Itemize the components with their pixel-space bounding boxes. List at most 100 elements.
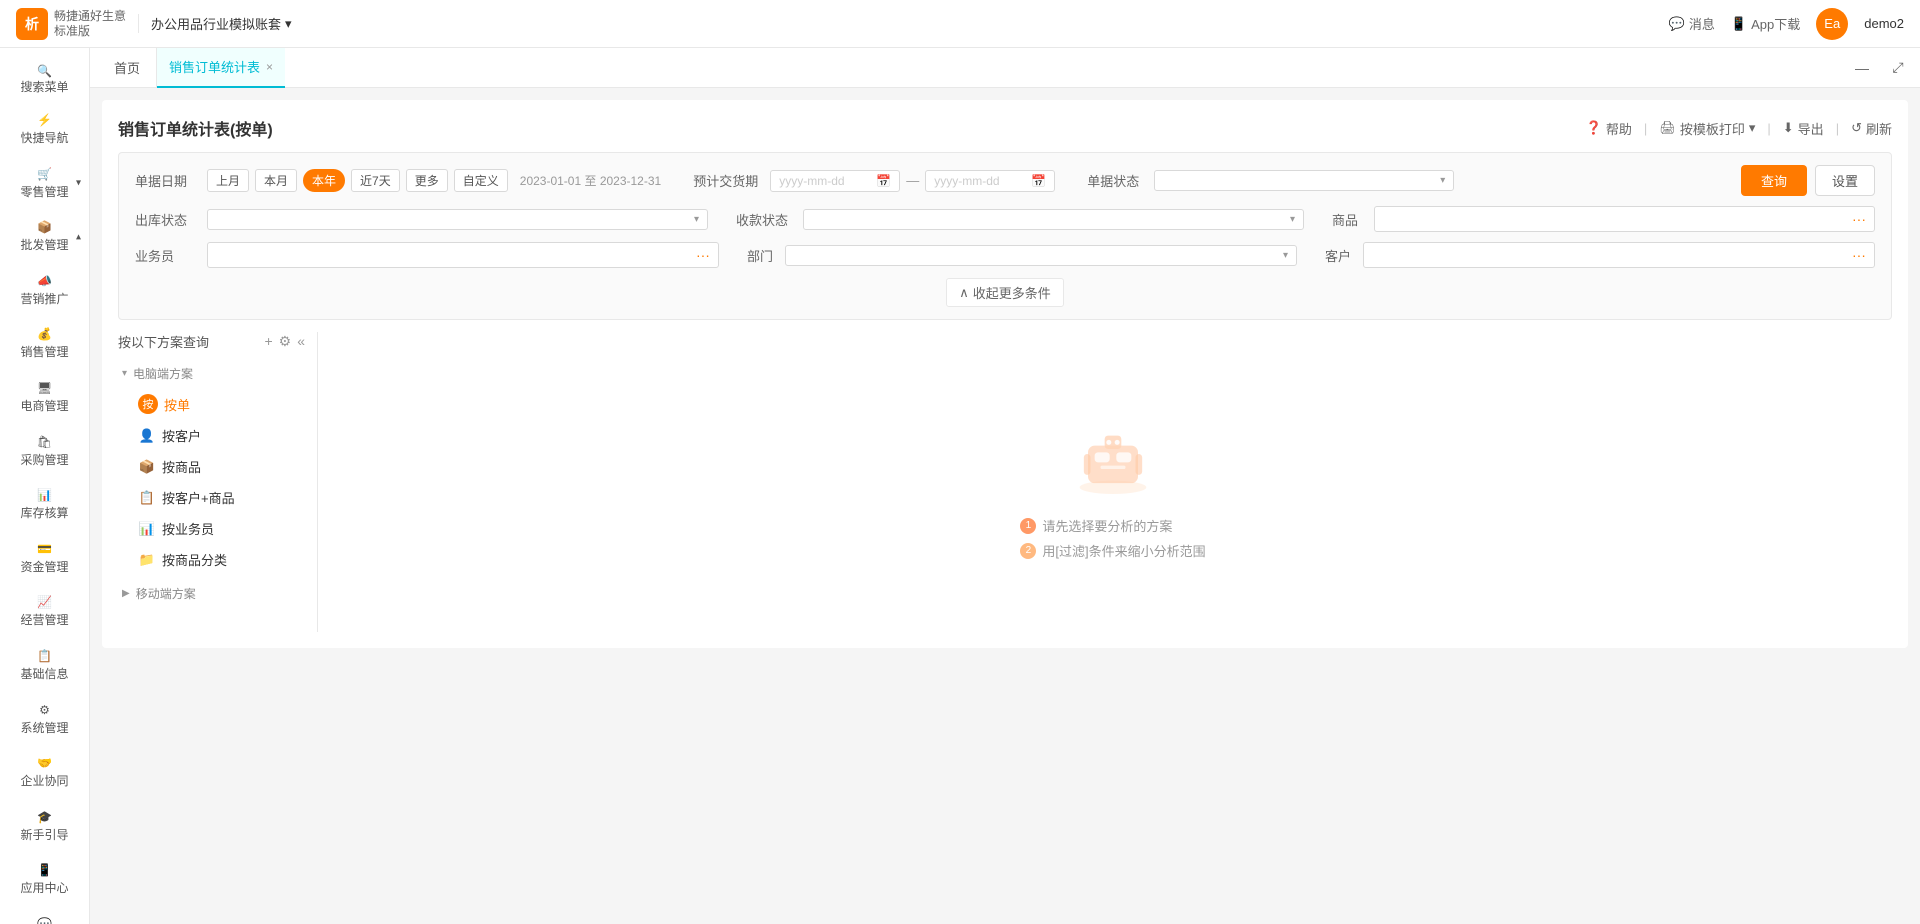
- message-btn[interactable]: 💬 消息: [1669, 14, 1715, 33]
- sidebar-basic[interactable]: 📋 基础信息: [0, 639, 89, 693]
- bill-status-select[interactable]: ▾: [1154, 170, 1454, 191]
- scheme-img-1: 👤: [138, 427, 156, 445]
- dept-select[interactable]: ▾: [785, 245, 1297, 266]
- help-btn[interactable]: ❓ 帮助: [1586, 119, 1632, 138]
- scheme-item-1[interactable]: 👤 按客户: [134, 420, 305, 451]
- pc-section: ▾ 电脑端方案 按 按单 👤: [118, 359, 305, 575]
- template-print-btn[interactable]: 🖨 按模板打印 ▾: [1659, 119, 1755, 138]
- scheme-item-2[interactable]: 📦 按商品: [134, 451, 305, 482]
- print-icon: 🖨: [1659, 120, 1676, 136]
- sidebar-appstore[interactable]: 📱 应用中心: [0, 853, 89, 907]
- expand-btn[interactable]: ∧ 收起更多条件: [946, 278, 1064, 307]
- content-area: 首页 销售订单统计表 × — ⤢ 销售订单统计表(按单) ❓ 帮助: [90, 48, 1920, 924]
- filter-row-2: 出库状态 ▾ 收款状态 ▾ 商品 ···: [135, 206, 1875, 232]
- tree-section-pc: ▾ 电脑端方案: [118, 359, 305, 388]
- add-scheme-btn[interactable]: +: [264, 333, 272, 350]
- sidebar-operations[interactable]: 📈 经营管理: [0, 585, 89, 639]
- tab-maximize-btn[interactable]: ⤢: [1884, 54, 1912, 82]
- app-name: 办公用品行业模拟账套: [151, 14, 281, 33]
- system-icon: ⚙: [39, 703, 50, 717]
- expected-date-from[interactable]: yyyy-mm-dd 📅: [770, 170, 900, 192]
- appstore-icon: 📱: [37, 863, 52, 877]
- tab-label: 销售订单统计表: [169, 57, 260, 76]
- date-btn-this-year[interactable]: 本年: [303, 169, 345, 192]
- sidebar-enterprise[interactable]: 🤝 企业协同: [0, 746, 89, 800]
- logo-area: 析 畅捷通好生意 标准版: [16, 8, 126, 40]
- avatar-text: Ea: [1824, 16, 1840, 31]
- date-btn-custom[interactable]: 自定义: [454, 169, 508, 192]
- tree-section-mobile[interactable]: ▶ 移动端方案: [118, 579, 305, 608]
- tab-current[interactable]: 销售订单统计表 ×: [157, 48, 285, 88]
- wechat-icon: 💬: [37, 917, 52, 924]
- out-status-select[interactable]: ▾: [207, 209, 708, 230]
- date-btn-this-month[interactable]: 本月: [255, 169, 297, 192]
- newbie-icon: 🎓: [37, 810, 52, 824]
- left-panel-header: 按以下方案查询 + ⚙ «: [118, 332, 305, 351]
- scheme-settings-btn[interactable]: ⚙: [279, 333, 292, 350]
- scheme-item-5[interactable]: 📁 按商品分类: [134, 544, 305, 575]
- salesperson-dots-btn[interactable]: ···: [696, 247, 710, 263]
- mobile-section: ▶ 移动端方案: [118, 579, 305, 608]
- tab-minimize-btn[interactable]: —: [1848, 54, 1876, 82]
- collapse-panel-btn[interactable]: «: [297, 333, 305, 350]
- scheme-item-0[interactable]: 按 按单: [134, 388, 305, 420]
- sidebar-purchase[interactable]: 🛍 采购管理: [0, 425, 89, 479]
- refresh-btn[interactable]: ↺ 刷新: [1851, 119, 1892, 138]
- topbar: 析 畅捷通好生意 标准版 办公用品行业模拟账套 ▾ 💬 消息 📱 App下载 E…: [0, 0, 1920, 48]
- goods-dots-btn[interactable]: ···: [1852, 211, 1866, 227]
- user-avatar[interactable]: Ea: [1816, 8, 1848, 40]
- settings-btn[interactable]: 设置: [1815, 165, 1875, 196]
- tab-close-btn[interactable]: ×: [266, 60, 273, 74]
- scheme-img-3: 📋: [138, 489, 156, 507]
- retail-expand-icon: ▾: [76, 178, 81, 189]
- logo-icon: 析: [16, 8, 48, 40]
- tree-children-pc: 按 按单 👤 按客户 📦 按商品: [118, 388, 305, 575]
- salesperson-input[interactable]: ···: [207, 242, 719, 268]
- wholesale-icon: 📦: [37, 220, 52, 234]
- date-btn-more[interactable]: 更多: [406, 169, 448, 192]
- page-title: 销售订单统计表(按单): [118, 116, 273, 140]
- sidebar-sales[interactable]: 💰 销售管理: [0, 317, 89, 371]
- bill-status-label: 单据状态: [1087, 171, 1142, 190]
- app-download-btn[interactable]: 📱 App下载: [1731, 14, 1800, 33]
- sidebar-finance[interactable]: 💳 资金管理: [0, 532, 89, 586]
- scheme-item-4[interactable]: 📊 按业务员: [134, 513, 305, 544]
- sales-icon: 💰: [37, 327, 52, 341]
- quick-nav-icon: ⚡: [37, 113, 52, 127]
- customer-input[interactable]: ···: [1363, 242, 1875, 268]
- goods-input[interactable]: ···: [1374, 206, 1875, 232]
- sidebar-marketing[interactable]: 📣 营销推广: [0, 264, 89, 318]
- app-selector[interactable]: 办公用品行业模拟账套 ▾: [138, 14, 292, 33]
- scheme-item-3[interactable]: 📋 按客户+商品: [134, 482, 305, 513]
- sidebar-ecommerce[interactable]: 🖥 电商管理: [0, 371, 89, 425]
- payment-status-arrow: ▾: [1290, 214, 1295, 225]
- date-filter-group: 上月 本月 本年 近7天 更多 自定义: [207, 169, 508, 192]
- sidebar-search[interactable]: 🔍 搜索菜单: [0, 56, 89, 103]
- dept-arrow: ▾: [1283, 250, 1288, 261]
- date-btn-last7[interactable]: 近7天: [351, 169, 400, 192]
- sidebar-newbie[interactable]: 🎓 新手引导: [0, 800, 89, 854]
- sidebar-system[interactable]: ⚙ 系统管理: [0, 693, 89, 747]
- customer-dots-btn[interactable]: ···: [1852, 247, 1866, 263]
- sidebar-inventory[interactable]: 📊 库存核算: [0, 478, 89, 532]
- payment-status-select[interactable]: ▾: [803, 209, 1304, 230]
- operations-icon: 📈: [37, 595, 52, 609]
- tab-home[interactable]: 首页: [98, 48, 157, 88]
- empty-hint-1: 1 请先选择要分析的方案: [1020, 516, 1205, 535]
- empty-illustration: [1063, 404, 1163, 504]
- query-btn[interactable]: 查询: [1741, 165, 1807, 196]
- sidebar-retail[interactable]: 🛒 零售管理 ▾: [0, 157, 89, 211]
- export-btn[interactable]: ⬇ 导出: [1783, 119, 1824, 138]
- sidebar-quick-nav[interactable]: ⚡ 快捷导航: [0, 103, 89, 157]
- sidebar-wholesale[interactable]: 📦 批发管理 ▴: [0, 210, 89, 264]
- date-btn-last-month[interactable]: 上月: [207, 169, 249, 192]
- right-panel: 1 请先选择要分析的方案 2 用[过滤]条件来缩小分析范围: [318, 332, 1892, 632]
- topbar-left: 析 畅捷通好生意 标准版 办公用品行业模拟账套 ▾: [16, 8, 292, 40]
- expected-date-label: 预计交货期: [693, 171, 758, 190]
- inventory-icon: 📊: [37, 488, 52, 502]
- filter-row-1: 单据日期 上月 本月 本年 近7天 更多 自定义 2023-01-01 至 20…: [135, 165, 1875, 196]
- empty-hints: 1 请先选择要分析的方案 2 用[过滤]条件来缩小分析范围: [1020, 516, 1205, 560]
- expected-date-to[interactable]: yyyy-mm-dd 📅: [925, 170, 1055, 192]
- refresh-icon: ↺: [1851, 120, 1862, 136]
- sidebar-wechat[interactable]: 💬 企业微信: [0, 907, 89, 924]
